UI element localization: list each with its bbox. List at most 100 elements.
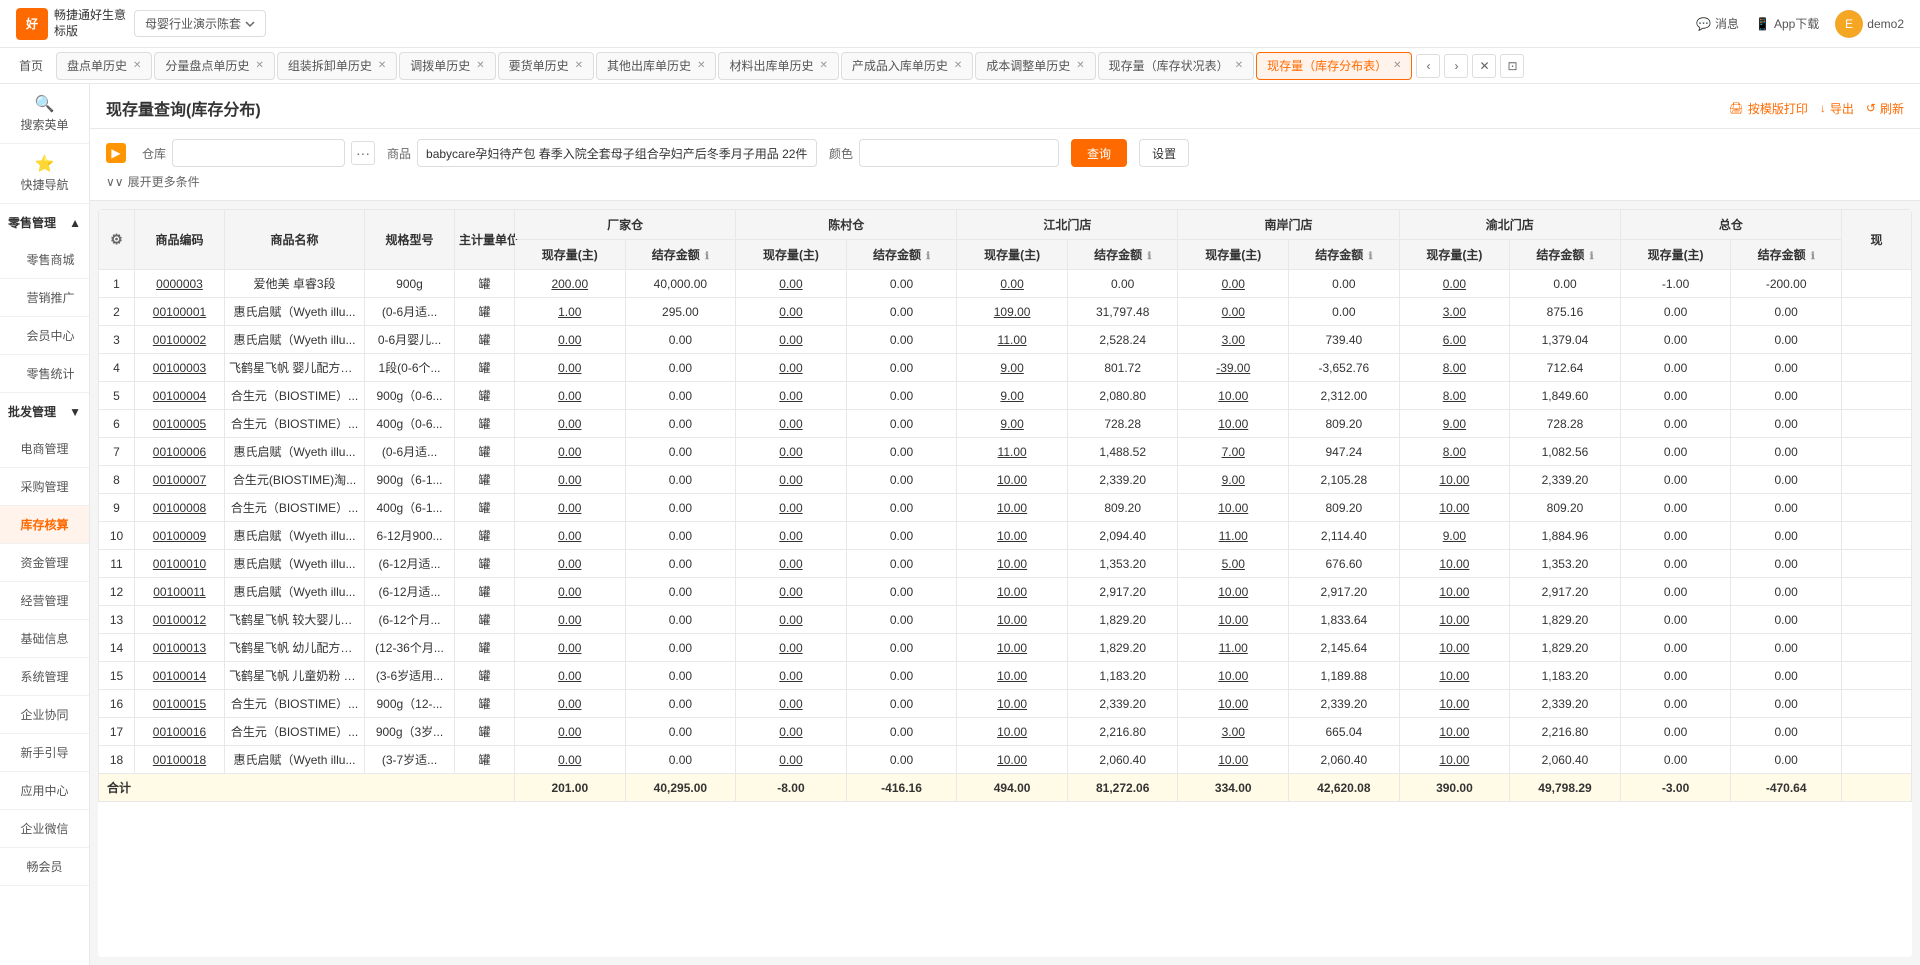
row-name: 惠氏启赋（Wyeth illu... [225,522,365,550]
row-no: 2 [99,298,135,326]
sidebar-item-member[interactable]: 会员中心 [0,317,89,355]
sidebar-item-quicknav[interactable]: ⭐ 快捷导航 [0,144,89,204]
tab-xiancun-kucun[interactable]: 现存量（库存状况表） ✕ [1098,52,1254,80]
tab-next-btn[interactable]: › [1444,54,1468,78]
tab-close-cailiaochu[interactable]: ✕ [819,60,827,71]
tab-close-pandian[interactable]: ✕ [133,60,141,71]
row-code: 00100011 [135,578,225,606]
row-fac-qty: 0.00 [515,718,626,746]
warehouse-input[interactable] [172,139,345,167]
row-fac-qty: 0.00 [515,466,626,494]
color-input[interactable] [859,139,1059,167]
print-button[interactable]: 🖨 按模版打印 [1729,100,1808,117]
row-spec: (3-6岁适用... [365,662,455,690]
row-cheng-qty: 0.00 [736,354,847,382]
tab-cailiaochu[interactable]: 材料出库单历史 ✕ [718,52,838,80]
product-input[interactable] [417,139,817,167]
sidebar-group-wholesale[interactable]: 批发管理 ▼ [0,393,89,430]
tab-close-chengtiao[interactable]: ✕ [1076,60,1084,71]
tab-prev-btn[interactable]: ‹ [1416,54,1440,78]
tab-close-yaohuo[interactable]: ✕ [575,60,583,71]
sidebar-item-retail-mall[interactable]: 零售商城 [0,241,89,279]
tab-bar: 首页 盘点单历史 ✕ 分量盘点单历史 ✕ 组装拆卸单历史 ✕ 调拨单历史 ✕ 要… [0,48,1920,84]
table-row: 13 00100012 飞鹤星飞帆 较大婴儿配... (6-12个月... 罐 … [99,606,1912,634]
sidebar-item-inventory[interactable]: 库存核算 [0,506,89,544]
settings-button[interactable]: 设置 [1139,139,1189,167]
expand-conditions-btn[interactable]: ∨∨ 展开更多条件 [106,173,1904,190]
tab-close-diaob[interactable]: ✕ [476,60,484,71]
filter-arrow-btn[interactable]: ▶ [106,143,126,163]
sidebar-item-marketing[interactable]: 营销推广 [0,279,89,317]
row-nan-qty: 0.00 [1178,270,1289,298]
tab-close-btn[interactable]: ✕ [1472,54,1496,78]
sidebar-item-retail-stats[interactable]: 零售统计 [0,355,89,393]
tab-close-qitachuku[interactable]: ✕ [697,60,705,71]
row-yb-amt: 712.64 [1510,354,1621,382]
export-button[interactable]: ↓ 导出 [1820,100,1854,117]
sidebar-item-operations[interactable]: 经营管理 [0,582,89,620]
row-yb-amt: 1,353.20 [1510,550,1621,578]
warehouse-ellipsis-btn[interactable]: ··· [351,141,375,165]
tab-close-zuzhezh[interactable]: ✕ [378,60,386,71]
row-total-amt: 0.00 [1731,298,1842,326]
row-yb-qty: 10.00 [1399,718,1510,746]
tab-pandian[interactable]: 盘点单历史 ✕ [56,52,152,80]
row-spec: 900g（12-... [365,690,455,718]
sidebar-item-wechat[interactable]: 企业微信 [0,810,89,848]
product-label: 商品 [387,145,411,162]
row-cheng-qty: 0.00 [736,718,847,746]
tab-close-chanchengru[interactable]: ✕ [954,60,962,71]
row-code: 00100005 [135,410,225,438]
row-total-amt: 0.00 [1731,494,1842,522]
tab-close-fenpandian[interactable]: ✕ [255,60,263,71]
tab-close-xiancun-fenbu[interactable]: ✕ [1393,60,1401,71]
tab-yaohuo[interactable]: 要货单历史 ✕ [498,52,594,80]
user-area[interactable]: E demo2 [1835,10,1904,38]
col-jiangbei-header: 江北门店 [957,210,1178,240]
tab-chengtiao[interactable]: 成本调整单历史 ✕ [975,52,1095,80]
sidebar-group-retail[interactable]: 零售管理 ▲ [0,204,89,241]
sidebar-item-ecommerce[interactable]: 电商管理 [0,430,89,468]
sidebar-item-search[interactable]: 🔍 搜索英单 [0,84,89,144]
tab-xiancun-fenbbu[interactable]: 现存量（库存分布表） ✕ [1256,52,1412,80]
row-jb-amt: 728.28 [1067,410,1178,438]
search-button[interactable]: 查询 [1071,139,1127,167]
col-name-header: 商品名称 [225,210,365,270]
row-jb-amt: 2,917.20 [1067,578,1178,606]
app-download-button[interactable]: 📱 App下载 [1755,15,1819,32]
tab-home[interactable]: 首页 [8,52,54,80]
tab-expand-btn[interactable]: ⊡ [1500,54,1524,78]
tab-diaob[interactable]: 调拨单历史 ✕ [399,52,495,80]
org-selector[interactable]: 母婴行业演示陈套 [134,10,266,37]
row-total-amt: 0.00 [1731,746,1842,774]
sidebar-item-guide[interactable]: 新手引导 [0,734,89,772]
sidebar-item-system[interactable]: 系统管理 [0,658,89,696]
refresh-button[interactable]: ↺ 刷新 [1866,100,1904,117]
tab-qitachuku[interactable]: 其他出库单历史 ✕ [596,52,716,80]
sidebar-item-apps[interactable]: 应用中心 [0,772,89,810]
tab-zuzhezh[interactable]: 组装拆卸单历史 ✕ [277,52,397,80]
row-fac-qty: 0.00 [515,522,626,550]
row-yb-qty: 0.00 [1399,270,1510,298]
sidebar-item-finance[interactable]: 资金管理 [0,544,89,582]
sidebar-item-purchase[interactable]: 采购管理 [0,468,89,506]
sidebar-item-collab[interactable]: 企业协同 [0,696,89,734]
tab-fenpandian[interactable]: 分量盘点单历史 ✕ [154,52,274,80]
row-name: 飞鹤星飞帆 幼儿配方奶... [225,634,365,662]
row-fac-qty: 1.00 [515,298,626,326]
row-cheng-qty: 0.00 [736,634,847,662]
sidebar-item-base[interactable]: 基础信息 [0,620,89,658]
row-fac-amt: 0.00 [625,550,736,578]
gear-icon[interactable]: ⚙ [110,231,123,247]
message-button[interactable]: 💬 消息 [1696,15,1739,32]
tab-close-xiancun-kucun[interactable]: ✕ [1235,60,1243,71]
row-name: 合生元(BIOSTIME)淘... [225,466,365,494]
table-row: 2 00100001 惠氏启赋（Wyeth illu... (0-6月适... … [99,298,1912,326]
row-yb-amt: 875.16 [1510,298,1621,326]
sidebar-item-member2[interactable]: 畅会员 [0,848,89,886]
row-no: 15 [99,662,135,690]
row-jb-amt: 31,797.48 [1067,298,1178,326]
content-area: 现存量查询(库存分布) 🖨 按模版打印 ↓ 导出 ↺ 刷新 ▶ [90,84,1920,965]
row-current [1842,662,1912,690]
tab-chanchengru[interactable]: 产成品入库单历史 ✕ [841,52,973,80]
